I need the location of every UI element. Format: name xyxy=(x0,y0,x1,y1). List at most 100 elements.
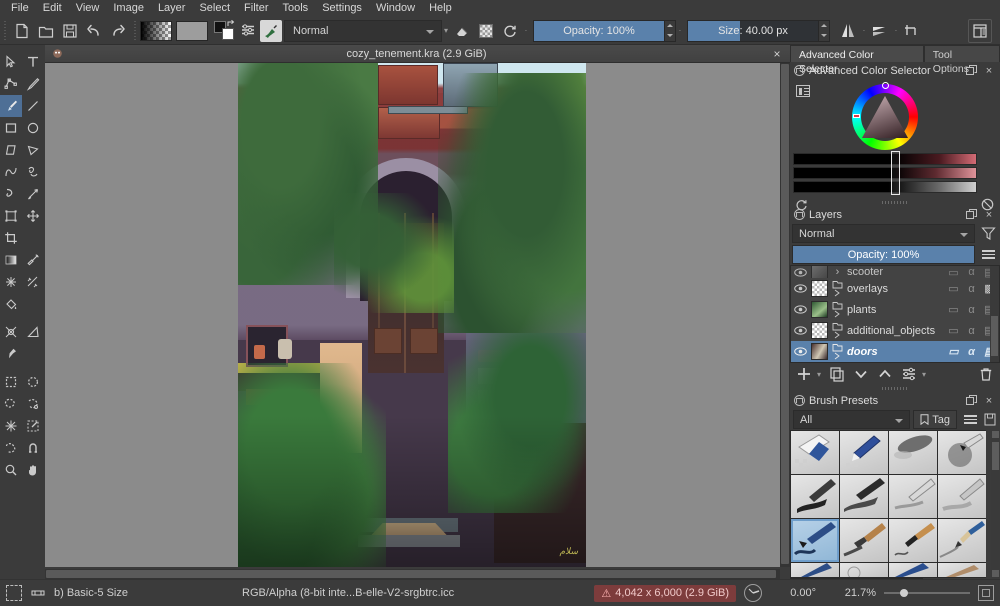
mirror-horizontal-icon[interactable] xyxy=(836,19,860,43)
eraser-mode-icon[interactable] xyxy=(450,19,474,43)
canvas-rotation-icon[interactable] xyxy=(744,584,762,602)
list-item[interactable] xyxy=(840,519,888,562)
delete-layer-button[interactable] xyxy=(975,364,997,384)
canvas-vertical-scrollbar[interactable] xyxy=(780,63,790,567)
color-wheel[interactable] xyxy=(852,84,918,150)
redo-icon[interactable] xyxy=(106,19,130,43)
menu-tools[interactable]: Tools xyxy=(276,0,316,17)
color-strip-cursor[interactable] xyxy=(891,151,900,195)
crop-tool[interactable] xyxy=(0,227,22,249)
colorize-mask-tool[interactable] xyxy=(0,271,22,293)
move-layer-up-button[interactable] xyxy=(874,364,896,384)
document-tab[interactable]: cozy_tenement.kra (2.9 GiB) × xyxy=(45,45,790,63)
elliptical-selection-tool[interactable] xyxy=(22,371,44,393)
zoom-tool[interactable] xyxy=(0,459,22,481)
edit-shapes-tool[interactable] xyxy=(0,73,22,95)
lock-icon[interactable]: ▭ xyxy=(946,345,961,358)
size-slider[interactable]: Size: 40.00 px xyxy=(687,20,819,42)
visibility-icon[interactable] xyxy=(793,268,808,277)
table-row[interactable]: plants ▭ α ▤ xyxy=(791,299,999,320)
gradient-preview-swatch[interactable] xyxy=(140,21,172,41)
freehand-selection-tool[interactable] xyxy=(22,393,44,415)
brush-tag-select[interactable]: All xyxy=(793,410,910,429)
menu-help[interactable]: Help xyxy=(422,0,459,17)
toolbar-grip-2[interactable] xyxy=(132,21,138,41)
brush-presets-menu-icon[interactable] xyxy=(960,410,980,429)
smart-patch-tool[interactable] xyxy=(22,271,44,293)
choose-workspace-icon[interactable] xyxy=(968,19,992,43)
freehand-brush-tool[interactable] xyxy=(0,95,22,117)
reset-color-icon[interactable] xyxy=(795,198,808,214)
toolbar-grip[interactable] xyxy=(2,21,8,41)
transform-tool[interactable] xyxy=(0,205,22,227)
lock-icon[interactable]: ▭ xyxy=(946,282,961,295)
float-brush-presets-docker-icon[interactable] xyxy=(964,394,978,408)
pan-tool[interactable] xyxy=(22,459,44,481)
opacity-slider[interactable]: Opacity: 100% xyxy=(533,20,665,42)
menu-edit[interactable]: Edit xyxy=(36,0,69,17)
ellipse-tool[interactable] xyxy=(22,117,44,139)
visibility-icon[interactable] xyxy=(793,305,808,314)
list-item[interactable] xyxy=(938,519,986,562)
group-expand-icon[interactable] xyxy=(831,322,844,339)
alpha-lock-icon[interactable]: α xyxy=(964,304,979,316)
brush-preset-scrollbar[interactable] xyxy=(991,430,1000,578)
opacity-spinner[interactable] xyxy=(665,20,676,42)
alpha-lock-icon[interactable]: α xyxy=(964,325,979,337)
menu-filter[interactable]: Filter xyxy=(237,0,275,17)
preset-extra-arrow[interactable]: · xyxy=(522,26,530,35)
visibility-icon[interactable] xyxy=(793,347,808,356)
magnetic-selection-tool[interactable] xyxy=(22,437,44,459)
gradient-tool[interactable] xyxy=(0,249,22,271)
selection-mask-icon[interactable] xyxy=(6,585,22,601)
fit-page-icon[interactable] xyxy=(978,585,994,601)
zoom-value[interactable]: 21.7% xyxy=(824,587,876,599)
menu-select[interactable]: Select xyxy=(192,0,237,17)
layer-opacity-slider[interactable]: Opacity: 100% xyxy=(792,245,975,264)
fill-tool[interactable] xyxy=(0,293,22,315)
canvas-viewport[interactable]: سلام xyxy=(45,63,780,567)
calligraphy-tool[interactable] xyxy=(22,73,44,95)
move-tool[interactable] xyxy=(22,205,44,227)
line-tool[interactable] xyxy=(22,95,44,117)
lock-icon[interactable]: ▭ xyxy=(946,324,961,337)
bezier-selection-tool[interactable] xyxy=(0,437,22,459)
polyline-tool[interactable] xyxy=(22,139,44,161)
brush-preset-storage-icon[interactable] xyxy=(983,413,997,427)
freehand-path-tool[interactable] xyxy=(22,161,44,183)
list-item[interactable] xyxy=(840,563,888,577)
layer-properties-button[interactable] xyxy=(898,364,920,384)
list-item[interactable] xyxy=(791,431,839,474)
group-expand-icon[interactable] xyxy=(831,280,844,297)
rectangular-selection-tool[interactable] xyxy=(0,371,22,393)
mirror-vertical-icon[interactable] xyxy=(868,19,892,43)
opacity-extra-arrow[interactable]: · xyxy=(676,26,684,35)
tab-advanced-color-selector[interactable]: Advanced Color Selector xyxy=(790,45,924,62)
menu-layer[interactable]: Layer xyxy=(151,0,193,17)
blending-mode-select[interactable]: Normal xyxy=(284,20,442,42)
assistant-tool[interactable] xyxy=(0,321,22,343)
canvas-horizontal-scrollbar[interactable] xyxy=(45,569,780,579)
togg-selection-display-icon[interactable] xyxy=(30,587,46,599)
color-selector-settings-icon[interactable] xyxy=(796,85,810,97)
edit-brush-settings-icon[interactable] xyxy=(260,20,282,42)
foreground-background-colors[interactable] xyxy=(214,21,236,41)
color-strip-2[interactable] xyxy=(793,167,977,179)
bezier-curve-tool[interactable] xyxy=(0,161,22,183)
mirror-v-arrow[interactable]: · xyxy=(892,26,900,35)
brush-preset-grid[interactable] xyxy=(790,430,986,578)
reference-images-tool[interactable] xyxy=(0,343,22,365)
visibility-icon[interactable] xyxy=(793,326,808,335)
alpha-lock-icon[interactable]: α xyxy=(964,346,979,358)
text-tool[interactable] xyxy=(22,51,44,73)
rotation-value[interactable]: 0.00° xyxy=(770,587,816,599)
list-item[interactable] xyxy=(791,475,839,518)
open-document-icon[interactable] xyxy=(34,19,58,43)
list-item[interactable] xyxy=(791,519,839,562)
layer-list-scrollbar[interactable] xyxy=(990,266,999,362)
tag-button[interactable]: Tag xyxy=(913,410,957,429)
close-document-icon[interactable]: × xyxy=(770,47,784,61)
reload-preset-icon[interactable] xyxy=(498,19,522,43)
tab-tool-options[interactable]: Tool Options xyxy=(924,45,1000,62)
list-item[interactable] xyxy=(889,431,937,474)
